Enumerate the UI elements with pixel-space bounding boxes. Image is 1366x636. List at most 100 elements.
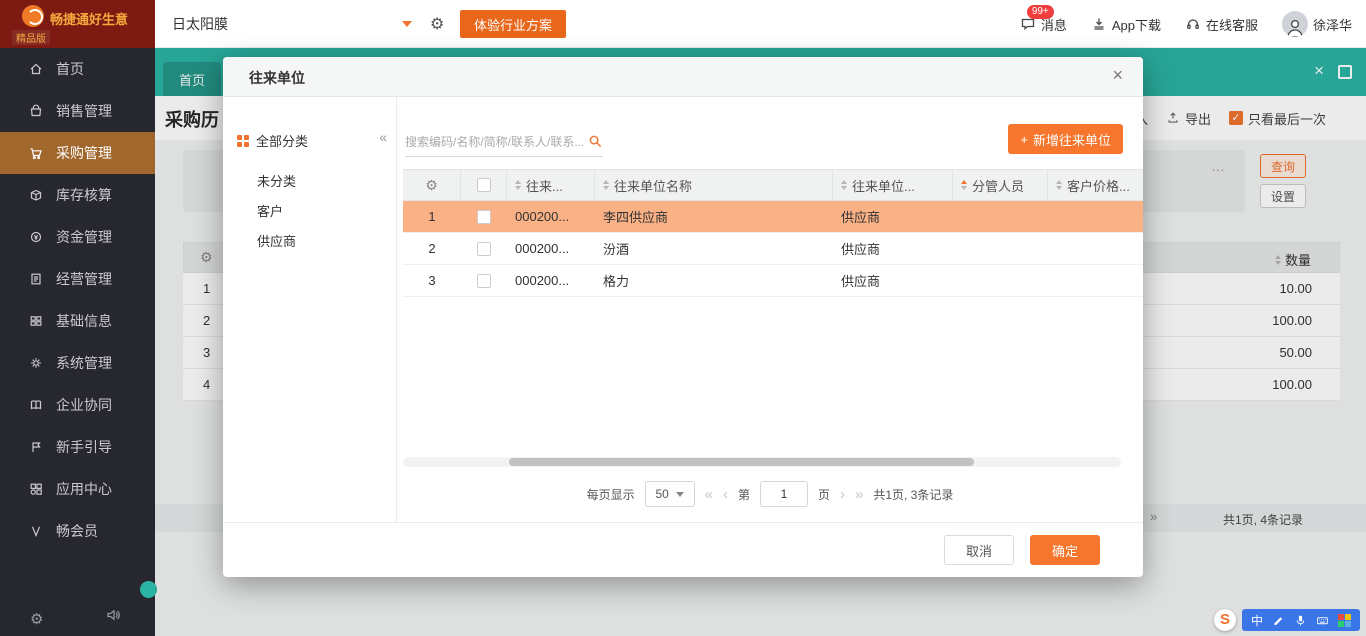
partner-row[interactable]: 2 000200... 汾酒 供应商 <box>403 233 1143 265</box>
sidebar-item-member[interactable]: 畅会员 <box>0 510 155 552</box>
row-index: 3 <box>428 273 436 288</box>
partner-list-panel: + 新增往来单位 ⚙ 往来... 往来单位名称 往来单位... 分管人员 客户价… <box>397 97 1143 522</box>
ime-chinese-mode-icon[interactable]: 中 <box>1251 612 1263 629</box>
sidebar-item-basic-info[interactable]: 基础信息 <box>0 300 155 342</box>
next-page-icon[interactable]: › <box>840 486 845 503</box>
company-select-value: 日太阳膜 <box>172 16 228 32</box>
sidebar-item-app-center[interactable]: 应用中心 <box>0 468 155 510</box>
chevron-down-icon <box>402 21 412 27</box>
home-icon <box>30 63 42 75</box>
ime-pill: 中 <box>1241 609 1360 631</box>
sidebar-item-operations[interactable]: 经营管理 <box>0 258 155 300</box>
scrollbar-thumb[interactable] <box>509 458 974 466</box>
checkbox-icon <box>477 273 491 288</box>
all-categories-item[interactable]: 全部分类 <box>237 131 308 150</box>
messages-button[interactable]: 99+ 消息 <box>1020 4 1067 34</box>
code-column-header[interactable]: 往来... <box>507 170 595 200</box>
page-label-after: 页 <box>817 487 830 502</box>
type-column-header[interactable]: 往来单位... <box>833 170 953 200</box>
name-column-header[interactable]: 往来单位名称 <box>595 170 833 200</box>
app-logo[interactable]: 畅捷通好生意 精品版 <box>0 0 155 48</box>
book-icon <box>30 400 42 410</box>
search-icon[interactable] <box>588 134 603 149</box>
sidebar-item-label: 库存核算 <box>56 187 112 203</box>
row-index: 1 <box>428 209 436 224</box>
checkbox-icon <box>477 241 491 256</box>
modal-title: 往来单位 <box>249 70 305 86</box>
per-page-value: 50 <box>655 487 669 501</box>
logo-title: 畅捷通好生意 <box>50 12 129 27</box>
messages-count-badge: 99+ <box>1026 4 1054 19</box>
per-page-select[interactable]: 50 <box>644 481 695 507</box>
logo-edition-badge: 精品版 <box>12 30 50 45</box>
speaker-icon[interactable] <box>105 607 121 628</box>
ime-mic-icon[interactable] <box>1294 614 1307 627</box>
sidebar-item-purchase[interactable]: 采购管理 <box>0 132 155 174</box>
settings-gear-icon[interactable]: ⚙ <box>430 14 444 34</box>
partner-table-header: ⚙ 往来... 往来单位名称 往来单位... 分管人员 客户价格... <box>403 169 1143 201</box>
search-input[interactable] <box>405 134 588 149</box>
category-item-uncategorized[interactable]: 未分类 <box>223 167 396 197</box>
per-page-label: 每页显示 <box>586 487 635 502</box>
experience-plan-button[interactable]: 体验行业方案 <box>460 10 567 38</box>
logo-icon <box>22 5 44 27</box>
app-download-button[interactable]: App下载 <box>1091 15 1161 34</box>
page-number-input[interactable] <box>759 481 808 507</box>
collapse-panel-icon[interactable]: « <box>379 129 387 145</box>
ime-pen-icon[interactable] <box>1272 614 1285 627</box>
partner-row[interactable]: 3 000200... 格力 供应商 <box>403 265 1143 297</box>
sidebar-item-label: 新手引导 <box>56 439 112 455</box>
sidebar-item-system[interactable]: 系统管理 <box>0 342 155 384</box>
grid-icon <box>30 316 42 326</box>
apps-icon <box>30 483 42 495</box>
ime-toolbox-icon[interactable] <box>1338 613 1351 627</box>
all-categories-label: 全部分类 <box>256 134 309 149</box>
sidebar-gear-icon[interactable]: ⚙ <box>30 610 43 628</box>
add-partner-button[interactable]: + 新增往来单位 <box>1008 124 1123 154</box>
sidebar-item-collaboration[interactable]: 企业协同 <box>0 384 155 426</box>
horizontal-scrollbar[interactable] <box>403 457 1121 467</box>
avatar <box>1281 11 1308 37</box>
sort-icon <box>841 180 847 190</box>
row-name: 汾酒 <box>603 242 630 257</box>
sogou-logo-icon[interactable]: S <box>1213 609 1236 631</box>
confirm-button[interactable]: 确定 <box>1030 535 1100 565</box>
row-checkbox[interactable] <box>461 209 507 224</box>
row-type: 供应商 <box>841 210 881 225</box>
sort-icon <box>603 180 609 190</box>
partner-row-selected[interactable]: 1 000200... 李四供应商 供应商 <box>403 201 1143 233</box>
ime-keyboard-icon[interactable] <box>1316 614 1329 627</box>
first-page-icon[interactable]: « <box>705 486 713 503</box>
cancel-button[interactable]: 取消 <box>944 535 1014 565</box>
prev-page-icon[interactable]: ‹ <box>723 486 728 503</box>
category-item-supplier[interactable]: 供应商 <box>223 227 396 257</box>
sidebar-item-sales[interactable]: 销售管理 <box>0 90 155 132</box>
online-service-button[interactable]: 在线客服 <box>1185 15 1258 34</box>
sidebar-item-inventory[interactable]: 库存核算 <box>0 174 155 216</box>
sidebar-item-home[interactable]: 首页 <box>0 48 155 90</box>
company-select[interactable]: 日太阳膜 <box>172 0 412 48</box>
sidebar-item-funds[interactable]: 资金管理 <box>0 216 155 258</box>
partner-table: ⚙ 往来... 往来单位名称 往来单位... 分管人员 客户价格... 1 00… <box>403 169 1143 297</box>
sidebar-item-label: 销售管理 <box>56 103 112 119</box>
row-checkbox[interactable] <box>461 273 507 288</box>
gear-icon <box>31 358 41 368</box>
user-menu[interactable]: 徐泽华 <box>1281 11 1352 37</box>
last-page-icon[interactable]: » <box>855 486 863 503</box>
select-all-checkbox[interactable] <box>461 170 507 200</box>
sidebar-item-label: 采购管理 <box>56 145 112 161</box>
category-item-customer[interactable]: 客户 <box>223 197 396 227</box>
price-column-header[interactable]: 客户价格... <box>1048 170 1143 200</box>
ime-taskbar: S 中 <box>1213 609 1360 631</box>
modal-close-icon[interactable]: × <box>1112 65 1123 86</box>
cart-icon <box>30 148 42 160</box>
sidebar-item-label: 资金管理 <box>56 229 112 245</box>
sidebar-item-guide[interactable]: 新手引导 <box>0 426 155 468</box>
sidebar-item-label: 经营管理 <box>56 271 112 287</box>
search-box <box>405 127 603 157</box>
manager-column-header[interactable]: 分管人员 <box>953 170 1048 200</box>
row-checkbox[interactable] <box>461 241 507 256</box>
partner-picker-modal: 往来单位 × 全部分类 « 未分类 客户 供应商 搜索编码/名称/简称/联系人/… <box>223 57 1143 577</box>
column-settings-gear-icon[interactable]: ⚙ <box>403 170 461 200</box>
sidebar-item-label: 企业协同 <box>56 397 112 413</box>
